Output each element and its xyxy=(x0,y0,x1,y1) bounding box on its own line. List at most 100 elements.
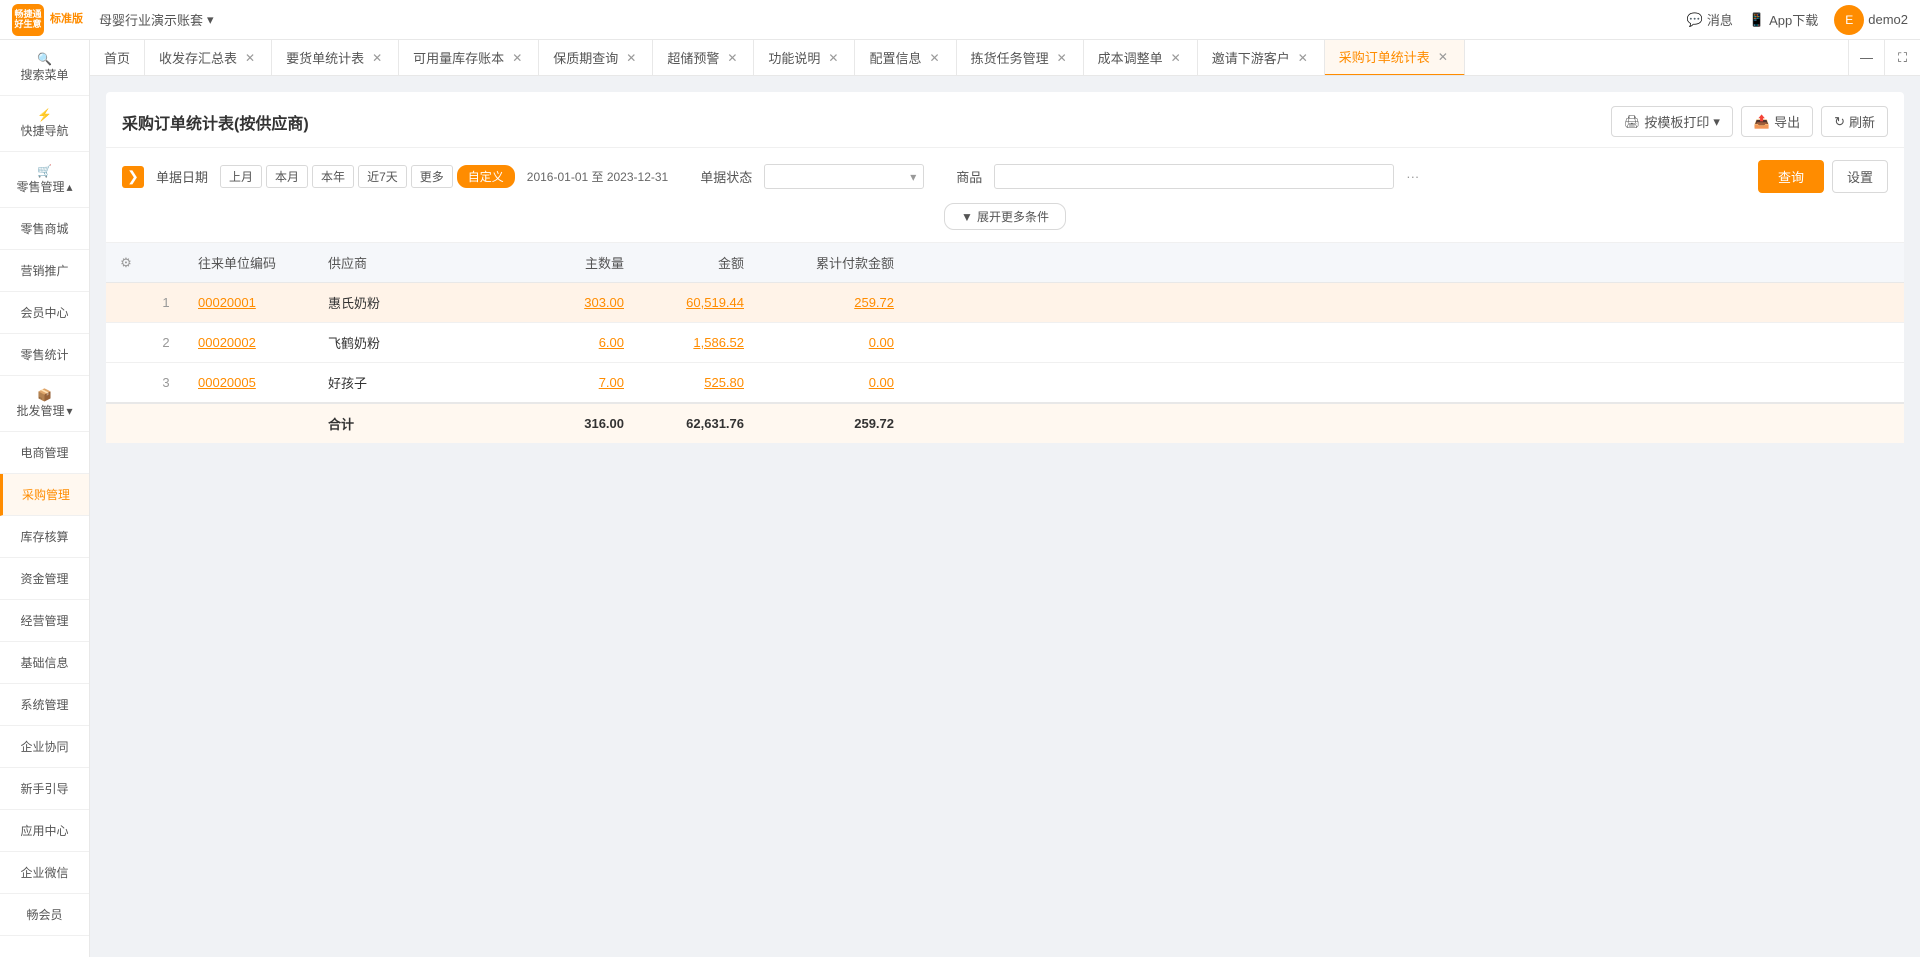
tab-overstock-alert[interactable]: 超储预警 ✕ xyxy=(653,40,754,76)
sidebar-item-wholesale[interactable]: 📦 批发管理 ▾ xyxy=(0,376,89,432)
status-select[interactable] xyxy=(764,164,924,189)
sidebar-item-basic-info[interactable]: 基础信息 xyxy=(0,642,89,684)
sidebar-basic-info-label: 基础信息 xyxy=(8,654,81,671)
tab-close-purchase-summary[interactable]: ✕ xyxy=(1436,48,1450,66)
row-qty-1[interactable]: 303.00 xyxy=(516,283,636,323)
tab-maximize-button[interactable]: ⛶ xyxy=(1884,40,1920,76)
row-qty-2[interactable]: 6.00 xyxy=(516,323,636,363)
message-button[interactable]: 💬 消息 xyxy=(1687,10,1733,29)
tab-home-label: 首页 xyxy=(104,48,130,67)
sidebar-item-system[interactable]: 系统管理 xyxy=(0,684,89,726)
expand-more-button[interactable]: ▼ 展开更多条件 xyxy=(944,203,1066,230)
sidebar-item-shortcut[interactable]: ⚡ 快捷导航 xyxy=(0,96,89,152)
sidebar-item-wechat[interactable]: 企业微信 xyxy=(0,852,89,894)
date-btn-custom[interactable]: 自定义 xyxy=(457,165,515,188)
date-btn-this-month[interactable]: 本月 xyxy=(266,165,308,188)
sidebar-item-purchase[interactable]: 采购管理 xyxy=(0,474,89,516)
goods-more-icon[interactable]: ··· xyxy=(1406,169,1419,184)
tab-available-stock[interactable]: 可用量库存账本 ✕ xyxy=(399,40,539,76)
tab-close-available-stock[interactable]: ✕ xyxy=(510,49,524,67)
footer-amount: 62,631.76 xyxy=(636,403,756,443)
date-btn-7days[interactable]: 近7天 xyxy=(358,165,407,188)
page-title-bar: 采购订单统计表(按供应商) 🖨 按模板打印 ▾ 📤 导出 ↻ xyxy=(106,92,1904,148)
app-download-button[interactable]: 📱 App下载 xyxy=(1749,10,1818,29)
logo-brand-text: 标准版 xyxy=(50,13,83,26)
row-paid-1[interactable]: 259.72 xyxy=(756,283,906,323)
tab-close-receive-summary[interactable]: ✕ xyxy=(243,49,257,67)
tab-order-summary[interactable]: 要货单统计表 ✕ xyxy=(272,40,399,76)
top-bar-left: 畅捷通好生意 标准版 母婴行业演示账套 ▾ xyxy=(12,4,222,36)
sidebar-item-marketing[interactable]: 营销推广 xyxy=(0,250,89,292)
tab-close-picking-task[interactable]: ✕ xyxy=(1055,49,1069,67)
workspace-selector[interactable]: 母婴行业演示账套 ▾ xyxy=(91,6,222,33)
tab-minimize-button[interactable]: — xyxy=(1848,40,1884,76)
row-seq-1: 1 xyxy=(146,283,186,323)
sidebar-item-newbie[interactable]: 新手引导 xyxy=(0,768,89,810)
row-code-2[interactable]: 00020002 xyxy=(186,323,316,363)
tab-receive-summary[interactable]: 收发存汇总表 ✕ xyxy=(145,40,272,76)
sidebar-item-member[interactable]: 会员中心 xyxy=(0,292,89,334)
tab-close-cost-adjust[interactable]: ✕ xyxy=(1169,49,1183,67)
tab-purchase-summary[interactable]: 采购订单统计表 ✕ xyxy=(1325,40,1465,76)
tab-expiry-query[interactable]: 保质期查询 ✕ xyxy=(539,40,653,76)
user-avatar-text: E xyxy=(1845,13,1853,27)
date-btn-more[interactable]: 更多 xyxy=(411,165,453,188)
row-amount-2[interactable]: 1,586.52 xyxy=(636,323,756,363)
tab-config-info[interactable]: 配置信息 ✕ xyxy=(855,40,956,76)
sidebar-item-finance[interactable]: 资金管理 xyxy=(0,558,89,600)
tab-close-order-summary[interactable]: ✕ xyxy=(370,49,384,67)
sidebar-item-enterprise[interactable]: 企业协同 xyxy=(0,726,89,768)
sidebar-item-operations[interactable]: 经营管理 xyxy=(0,600,89,642)
row-spacer-3 xyxy=(906,363,1904,404)
row-amount-1[interactable]: 60,519.44 xyxy=(636,283,756,323)
sidebar-item-ecommerce[interactable]: 电商管理 xyxy=(0,432,89,474)
sidebar-item-app-center[interactable]: 应用中心 xyxy=(0,810,89,852)
tab-close-invite-downstream[interactable]: ✕ xyxy=(1296,49,1310,67)
row-code-1[interactable]: 00020001 xyxy=(186,283,316,323)
sidebar-item-search[interactable]: 🔍 搜索菜单 xyxy=(0,40,89,96)
page-title: 采购订单统计表(按供应商) xyxy=(122,110,309,134)
tab-close-function-desc[interactable]: ✕ xyxy=(826,49,840,67)
table-row: 3 00020005 好孩子 7.00 525.80 0.00 xyxy=(106,363,1904,404)
filter-collapse-button[interactable]: ❯ xyxy=(122,166,144,188)
tab-cost-adjust[interactable]: 成本调整单 ✕ xyxy=(1084,40,1198,76)
refresh-button[interactable]: ↻ 刷新 xyxy=(1821,106,1888,137)
tab-close-expiry-query[interactable]: ✕ xyxy=(624,49,638,67)
row-code-3[interactable]: 00020005 xyxy=(186,363,316,404)
tab-invite-downstream[interactable]: 邀请下游客户 ✕ xyxy=(1198,40,1325,76)
main-table: ⚙ 往来单位编码 供应商 主数量 xyxy=(106,243,1904,443)
sidebar-item-inventory[interactable]: 库存核算 xyxy=(0,516,89,558)
goods-input[interactable] xyxy=(994,164,1394,189)
table-area: ⚙ 往来单位编码 供应商 主数量 xyxy=(106,243,1904,443)
sidebar-item-retail-stats[interactable]: 零售统计 xyxy=(0,334,89,376)
row-amount-3[interactable]: 525.80 xyxy=(636,363,756,404)
sidebar-item-vip[interactable]: 畅会员 xyxy=(0,894,89,936)
tab-close-config-info[interactable]: ✕ xyxy=(928,49,942,67)
footer-row: 合计 316.00 62,631.76 259.72 xyxy=(106,403,1904,443)
row-supplier-2: 飞鹤奶粉 xyxy=(316,323,516,363)
th-settings[interactable]: ⚙ xyxy=(106,243,146,283)
query-button[interactable]: 查询 xyxy=(1758,160,1824,193)
tab-bar-actions: — ⛶ xyxy=(1848,40,1920,76)
wholesale-arrow-icon: ▾ xyxy=(66,404,72,418)
collapse-icon: ❯ xyxy=(127,168,139,185)
row-supplier-1: 惠氏奶粉 xyxy=(316,283,516,323)
expand-more-row: ▼ 展开更多条件 xyxy=(122,203,1888,230)
tab-picking-task[interactable]: 拣货任务管理 ✕ xyxy=(957,40,1084,76)
sidebar-item-retail-mall[interactable]: 零售商城 xyxy=(0,208,89,250)
print-button[interactable]: 🖨 按模板打印 ▾ xyxy=(1611,106,1733,137)
user-menu[interactable]: E demo2 xyxy=(1834,5,1908,35)
row-paid-3[interactable]: 0.00 xyxy=(756,363,906,404)
tab-home[interactable]: 首页 xyxy=(90,40,145,76)
tab-function-desc[interactable]: 功能说明 ✕ xyxy=(754,40,855,76)
tab-close-overstock-alert[interactable]: ✕ xyxy=(725,49,739,67)
row-paid-2[interactable]: 0.00 xyxy=(756,323,906,363)
settings-button[interactable]: 设置 xyxy=(1832,160,1888,193)
sidebar-item-retail[interactable]: 🛒 零售管理 ▴ xyxy=(0,152,89,208)
date-btn-last-month[interactable]: 上月 xyxy=(220,165,262,188)
date-btn-this-year[interactable]: 本年 xyxy=(312,165,354,188)
row-qty-3[interactable]: 7.00 xyxy=(516,363,636,404)
row-settings-3 xyxy=(106,363,146,404)
export-button[interactable]: 📤 导出 xyxy=(1741,106,1813,137)
sidebar-member-label: 会员中心 xyxy=(8,304,81,321)
